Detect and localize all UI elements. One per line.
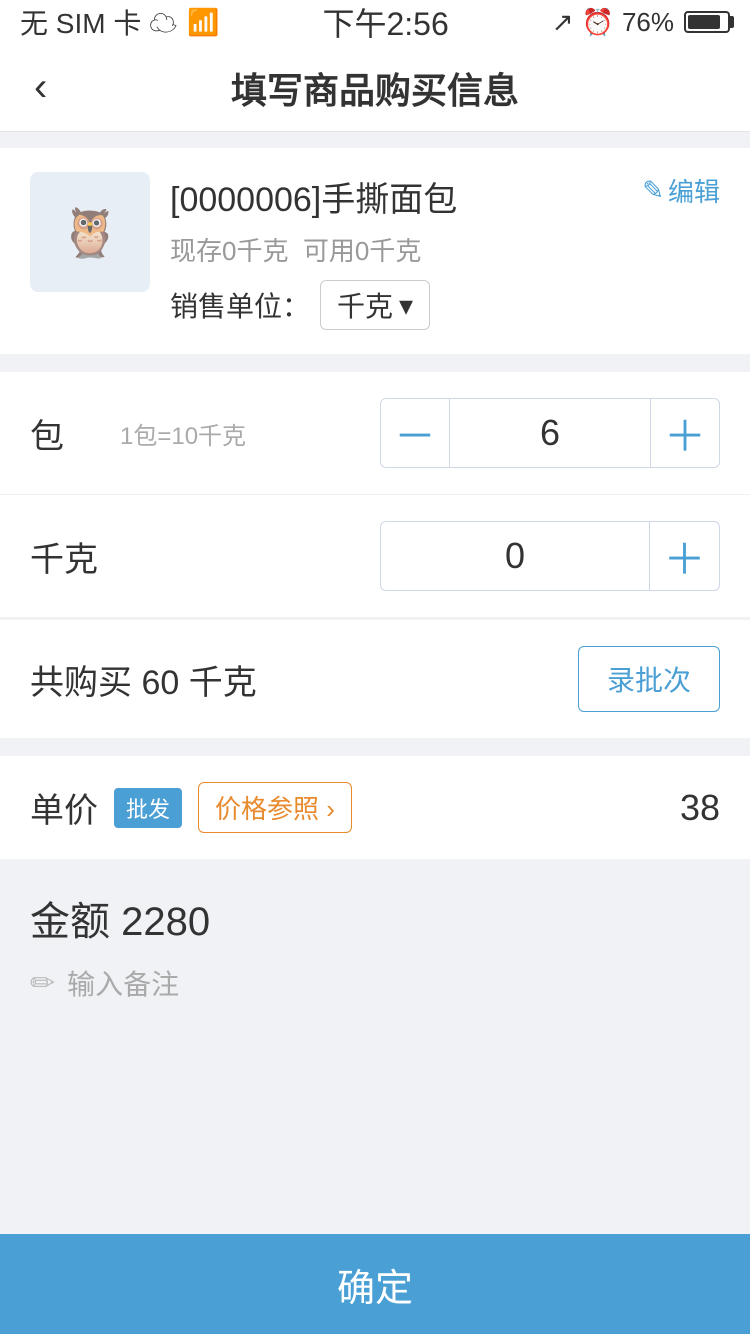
status-right: ↗ ⏰ 76% [552,7,730,38]
edit-button[interactable]: ✎ 编辑 [642,172,720,209]
product-stock: 现存0千克 可用0千克 [170,231,720,268]
amount-section: 金额 2280 ✏ 输入备注 [0,859,750,1013]
wifi-icon: 📶 [187,7,219,38]
battery-icon [684,11,730,33]
package-label: 包 [30,409,110,458]
alarm-icon: ⏰ [582,7,614,38]
product-info: [0000006]手撕面包 现存0千克 可用0千克 销售单位： 千克 ▾ [170,172,720,330]
price-label: 单价 [30,783,98,832]
unit-label: 销售单位： [170,285,310,325]
note-row[interactable]: ✏ 输入备注 [30,963,720,1003]
package-qty-row: 包 1包=10千克 － ＋ [0,372,750,495]
package-minus-button[interactable]: － [380,398,450,468]
section-divider-1 [0,354,750,370]
product-name: [0000006]手撕面包 [170,172,720,221]
section-divider-2 [0,738,750,754]
confirm-button[interactable]: 确定 [0,1234,750,1334]
status-left: 无 SIM 卡 ☁ 📶 [20,2,220,42]
product-unit-row: 销售单位： 千克 ▾ [170,280,720,330]
nav-bar: ‹ 填写商品购买信息 [0,44,750,132]
chevron-down-icon: ▾ [399,289,413,322]
package-hint: 1包=10千克 [120,416,380,451]
package-qty-controls: － ＋ [380,398,720,468]
kg-qty-row: 千克 ＋ [0,495,750,618]
pencil-icon: ✏ [30,966,55,1001]
note-placeholder: 输入备注 [67,963,179,1003]
main-content: 🦉 [0000006]手撕面包 现存0千克 可用0千克 销售单位： 千克 ▾ [0,148,750,1113]
package-qty-section: 包 1包=10千克 － ＋ 千克 ＋ [0,372,750,618]
status-bar: 无 SIM 卡 ☁ 📶 下午2:56 ↗ ⏰ 76% [0,0,750,44]
total-section: 共购买 60 千克 录批次 [0,620,750,738]
product-logo-icon: 🦉 [60,204,120,261]
status-time: 下午2:56 [322,0,448,45]
page-title: 填写商品购买信息 [231,62,519,114]
battery-percent: 76% [622,7,674,38]
price-ref-button[interactable]: 价格参照 › [198,782,352,833]
kg-plus-button[interactable]: ＋ [650,521,720,591]
package-qty-input[interactable] [450,398,650,468]
product-section: 🦉 [0000006]手撕面包 现存0千克 可用0千克 销售单位： 千克 ▾ [0,148,750,354]
kg-label: 千克 [30,532,110,581]
location-icon: ↗ [552,7,574,38]
sim-label: 无 SIM 卡 ☁ [20,2,177,42]
edit-icon: ✎ [642,175,664,206]
unit-select[interactable]: 千克 ▾ [320,280,430,330]
price-tag: 批发 [114,788,182,828]
total-label: 共购买 60 千克 [30,655,257,704]
kg-qty-input[interactable] [380,521,650,591]
product-image: 🦉 [30,172,150,292]
batch-button[interactable]: 录批次 [578,646,720,712]
kg-qty-controls: ＋ [380,521,720,591]
price-value: 38 [680,787,720,829]
amount-row: 金额 2280 [30,889,720,947]
price-section: 单价 批发 价格参照 › 38 [0,756,750,859]
back-button[interactable]: ‹ [24,55,57,120]
package-plus-button[interactable]: ＋ [650,398,720,468]
